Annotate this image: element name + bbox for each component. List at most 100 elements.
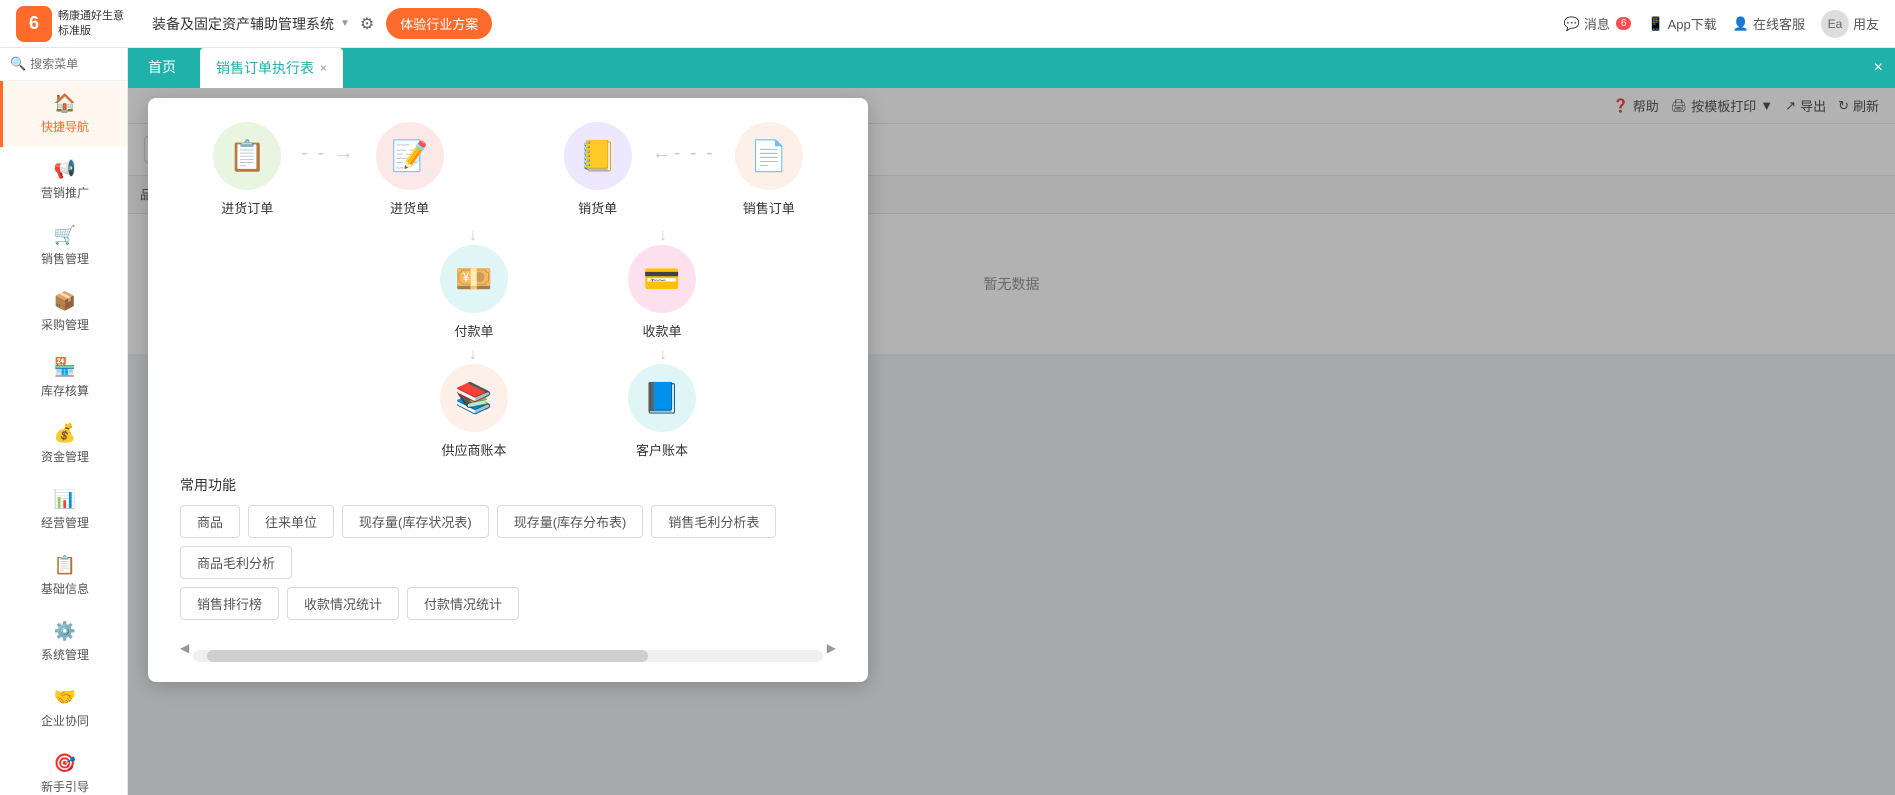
system-dropdown-icon[interactable]: ▼	[340, 18, 350, 29]
sales-order-icon: 📄	[735, 122, 803, 190]
flow-node-supplier-ledger[interactable]: 📚 供应商账本	[440, 364, 508, 459]
marketing-icon: 📢	[54, 159, 76, 180]
online-service-button[interactable]: 👤 在线客服	[1733, 14, 1805, 33]
avatar: Ea	[1821, 10, 1849, 38]
sidebar-item-marketing[interactable]: 📢 营销推广	[0, 147, 127, 213]
btn-stock-dist[interactable]: 现存量(库存分布表)	[497, 505, 644, 538]
scroll-right-arrow[interactable]: ▶	[827, 641, 836, 655]
common-buttons-row2: 销售排行榜 收款情况统计 付款情况统计	[180, 587, 836, 620]
tab-sales-order[interactable]: 销售订单执行表 ×	[200, 48, 343, 88]
service-icon: 👤	[1733, 16, 1749, 32]
search-icon: 🔍	[10, 56, 26, 72]
trial-button[interactable]: 体验行业方案	[386, 8, 492, 39]
app-wrapper: 6 畅康通好生意 标准版 装备及固定资产辅助管理系统 ▼ ⚙ 体验行业方案 💬 …	[0, 0, 1895, 795]
sidebar-item-operations[interactable]: 📊 经营管理	[0, 477, 127, 543]
tab-home[interactable]: 首页	[128, 48, 196, 88]
sidebar-item-guide[interactable]: 🎯 新手引导	[0, 741, 127, 795]
enterprise-icon: 🤝	[54, 687, 76, 708]
common-buttons-row1: 商品 往来单位 现存量(库存状况表) 现存量(库存分布表) 销售毛利分析表 商品…	[180, 505, 836, 579]
page-content: ❓ 帮助 🖨 按模板打印 ▼ ↗ 导出 ↻ 刷新	[128, 88, 1895, 795]
btn-sales-profit[interactable]: 销售毛利分析表	[651, 505, 776, 538]
flow-node-sales-order[interactable]: 📄 销售订单	[735, 122, 803, 217]
customer-ledger-icon: 📘	[628, 364, 696, 432]
btn-trading-unit[interactable]: 往来单位	[248, 505, 334, 538]
search-input[interactable]	[30, 57, 117, 71]
flow-node-receipt[interactable]: 💳 收款单	[628, 245, 696, 340]
btn-product-profit[interactable]: 商品毛利分析	[180, 546, 292, 579]
sidebar-item-finance[interactable]: 💰 资金管理	[0, 411, 127, 477]
flow-node-customer-ledger[interactable]: 📘 客户账本	[628, 364, 696, 459]
down-arrow-purchase: ↓	[469, 227, 477, 245]
common-functions-title: 常用功能	[180, 475, 836, 495]
sales-icon: 🛒	[54, 225, 76, 246]
modal-scrollbar-area: ◀ ▶	[180, 634, 836, 662]
download-icon: 📱	[1647, 16, 1663, 32]
logo-area: 6 畅康通好生意 标准版	[16, 6, 144, 42]
scroll-left-arrow[interactable]: ◀	[180, 641, 189, 655]
operations-icon: 📊	[54, 489, 76, 510]
customer-ledger-label: 客户账本	[636, 440, 688, 459]
down-arrow-sales: ↓	[659, 227, 667, 245]
sidebar-item-enterprise[interactable]: 🤝 企业协同	[0, 675, 127, 741]
quick-nav-icon: 🏠	[54, 93, 76, 114]
purchase-bill-icon: 📝	[376, 122, 444, 190]
payment-icon: 💴	[440, 245, 508, 313]
content-area: 首页 销售订单执行表 × × ❓ 帮助 🖨 按模板打印	[128, 48, 1895, 795]
modal-scrollbar-thumb	[207, 650, 648, 662]
user-menu[interactable]: Ea 用友	[1821, 10, 1879, 38]
tab-bar: 首页 销售订单执行表 × ×	[128, 48, 1895, 88]
btn-receipt-stat[interactable]: 收款情况统计	[287, 587, 399, 620]
tab-bar-close-button[interactable]: ×	[1874, 59, 1883, 77]
purchase-order-icon: 📋	[213, 122, 281, 190]
flow-node-purchase-order[interactable]: 📋 进货订单	[213, 122, 281, 217]
dashed-arrow-right: - - →	[301, 142, 355, 165]
sidebar-item-system[interactable]: ⚙️ 系统管理	[0, 609, 127, 675]
purchase-icon: 📦	[54, 291, 76, 312]
flow-node-payment[interactable]: 💴 付款单	[440, 245, 508, 340]
flow-node-purchase-bill[interactable]: 📝 进货单	[376, 122, 444, 217]
logo-icon: 6	[16, 6, 52, 42]
flow-down-arrows-row2: ↓ ↓	[180, 346, 836, 364]
sidebar-item-sales[interactable]: 🛒 销售管理	[0, 213, 127, 279]
sidebar-item-basic-info[interactable]: 📋 基础信息	[0, 543, 127, 609]
flow-node-sales-bill[interactable]: 📒 销货单	[564, 122, 632, 217]
arrow-purchase: - - →	[301, 142, 355, 165]
btn-product[interactable]: 商品	[180, 505, 240, 538]
modal-scrollbar[interactable]	[193, 650, 823, 662]
main-layout: 🔍 🏠 快捷导航 📢 营销推广 🛒 销售管理 📦 采购管理 🏪 库存核	[0, 48, 1895, 795]
sidebar-item-purchase[interactable]: 📦 采购管理	[0, 279, 127, 345]
system-icon: ⚙️	[54, 621, 76, 642]
search-bar[interactable]: 🔍	[0, 48, 127, 81]
down-arrow-payment: ↓	[469, 346, 477, 364]
system-title-text: 装备及固定资产辅助管理系统	[152, 14, 334, 34]
sidebar-item-quick-nav[interactable]: 🏠 快捷导航	[0, 81, 127, 147]
supplier-ledger-icon: 📚	[440, 364, 508, 432]
inventory-icon: 🏪	[54, 357, 76, 378]
app-download-button[interactable]: 📱 App下载	[1647, 14, 1716, 33]
btn-stock-status[interactable]: 现存量(库存状况表)	[342, 505, 489, 538]
message-badge: 6	[1616, 17, 1632, 30]
settings-icon[interactable]: ⚙	[360, 14, 374, 34]
sales-bill-icon: 📒	[564, 122, 632, 190]
modal-overlay[interactable]: 📋 进货订单 - - → 📝 进货单	[128, 88, 1895, 795]
down-arrow-receipt: ↓	[659, 346, 667, 364]
sidebar: 🔍 🏠 快捷导航 📢 营销推广 🛒 销售管理 📦 采购管理 🏪 库存核	[0, 48, 128, 795]
sales-bill-label: 销货单	[578, 198, 617, 217]
purchase-bill-down: ↓	[418, 227, 528, 245]
dashed-arrow-left: ←- - -	[652, 142, 715, 165]
receipt-icon: 💳	[628, 245, 696, 313]
btn-sales-rank[interactable]: 销售排行榜	[180, 587, 279, 620]
sales-order-label: 销售订单	[743, 198, 795, 217]
message-button[interactable]: 💬 消息 6	[1564, 14, 1632, 33]
btn-payment-stat[interactable]: 付款情况统计	[407, 587, 519, 620]
receipt-label: 收款单	[642, 321, 681, 340]
logo-text: 畅康通好生意 标准版	[58, 9, 124, 38]
system-title: 装备及固定资产辅助管理系统 ▼	[152, 14, 350, 34]
basic-info-icon: 📋	[54, 555, 76, 576]
sidebar-item-inventory[interactable]: 🏪 库存核算	[0, 345, 127, 411]
modal-dialog: 📋 进货订单 - - → 📝 进货单	[148, 98, 868, 682]
arrow-sales: ←- - -	[652, 142, 715, 165]
tab-close-icon[interactable]: ×	[320, 61, 327, 75]
payment-label: 付款单	[454, 321, 493, 340]
message-icon: 💬	[1564, 16, 1580, 32]
